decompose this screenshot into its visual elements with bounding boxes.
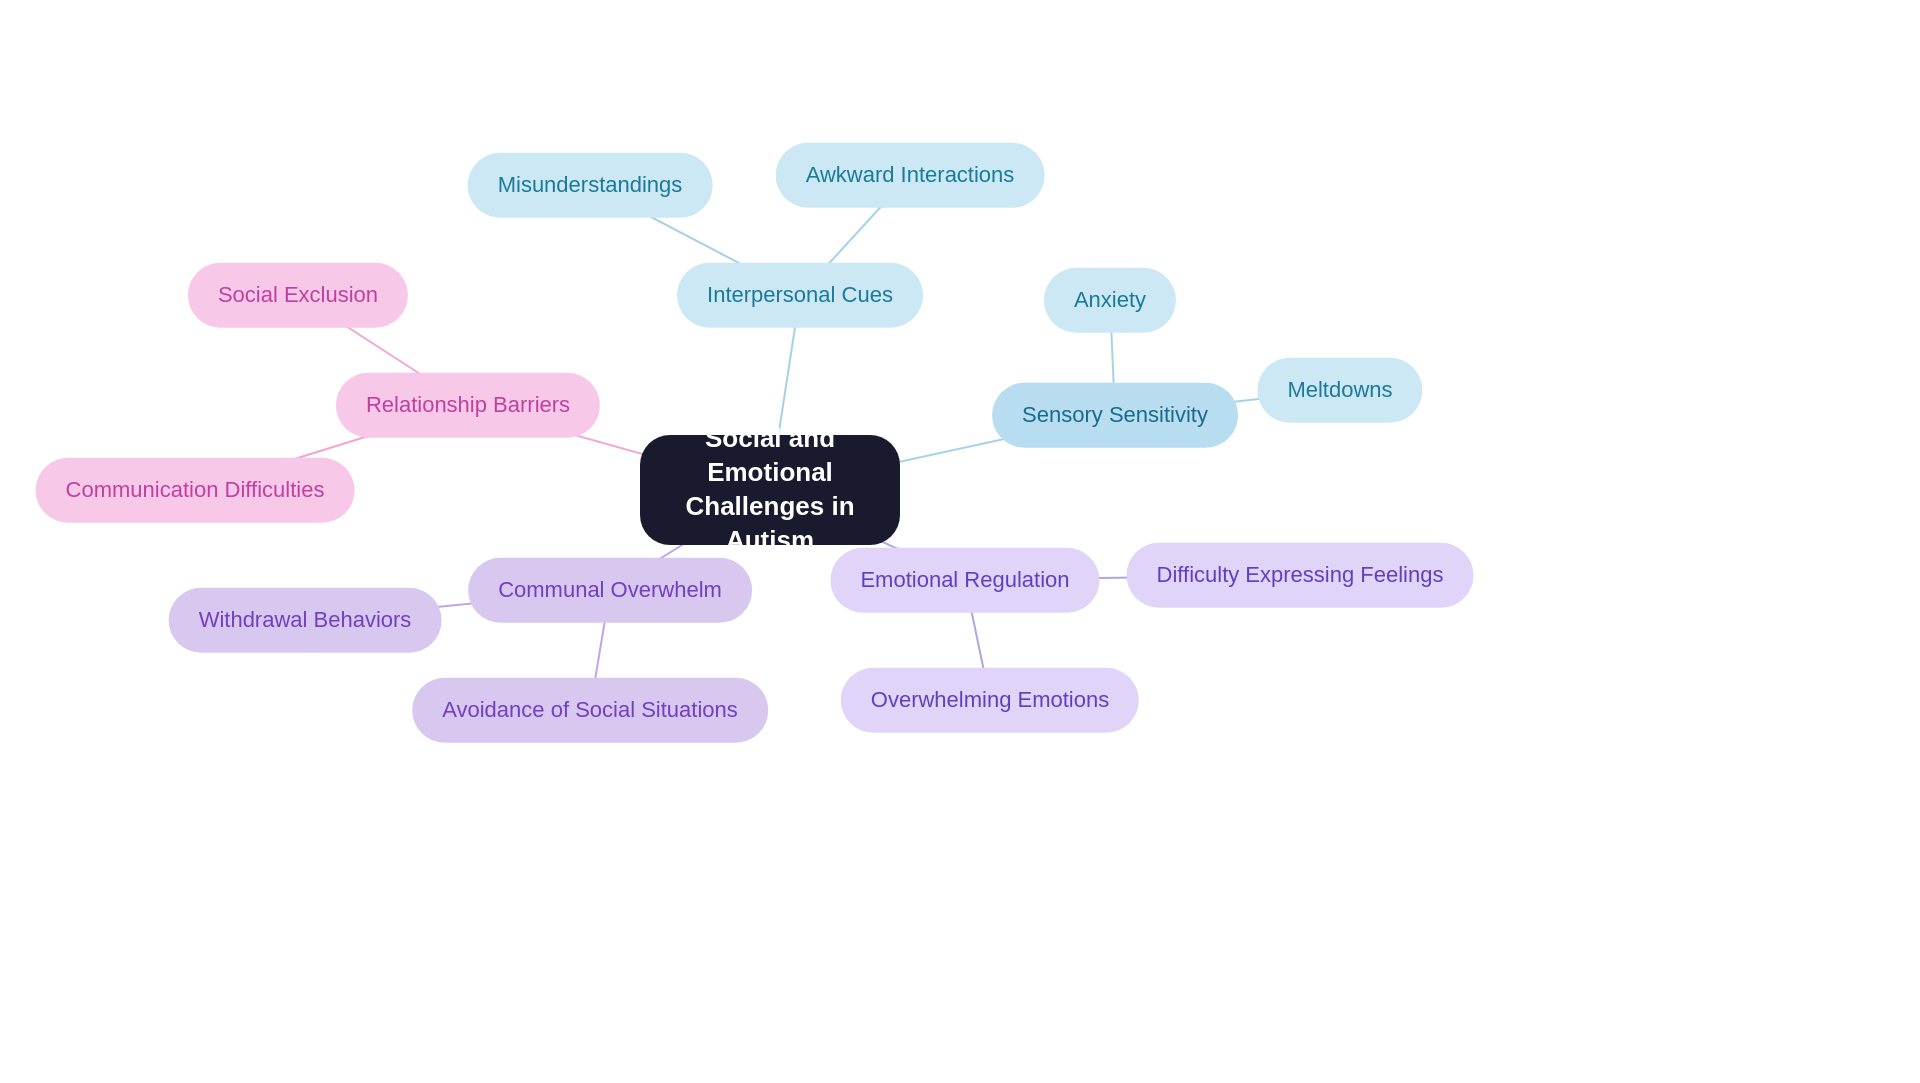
node-relationship[interactable]: Relationship Barriers — [336, 373, 600, 438]
node-difficulty_expr[interactable]: Difficulty Expressing Feelings — [1127, 543, 1474, 608]
node-avoidance[interactable]: Avoidance of Social Situations — [412, 678, 768, 743]
node-meltdowns[interactable]: Meltdowns — [1257, 358, 1422, 423]
node-social_exclusion[interactable]: Social Exclusion — [188, 263, 408, 328]
node-anxiety[interactable]: Anxiety — [1044, 268, 1176, 333]
node-misunderstandings[interactable]: Misunderstandings — [468, 153, 713, 218]
node-communication[interactable]: Communication Difficulties — [36, 458, 355, 523]
node-sensory[interactable]: Sensory Sensitivity — [992, 383, 1238, 448]
node-awkward[interactable]: Awkward Interactions — [776, 143, 1045, 208]
node-overwhelming[interactable]: Overwhelming Emotions — [841, 668, 1139, 733]
mindmap-canvas: Social and Emotional Challenges in Autis… — [0, 0, 1920, 1083]
node-interpersonal[interactable]: Interpersonal Cues — [677, 263, 923, 328]
node-center[interactable]: Social and Emotional Challenges in Autis… — [640, 435, 900, 545]
node-emotional_reg[interactable]: Emotional Regulation — [830, 548, 1099, 613]
node-withdrawal[interactable]: Withdrawal Behaviors — [169, 588, 442, 653]
node-communal[interactable]: Communal Overwhelm — [468, 558, 752, 623]
